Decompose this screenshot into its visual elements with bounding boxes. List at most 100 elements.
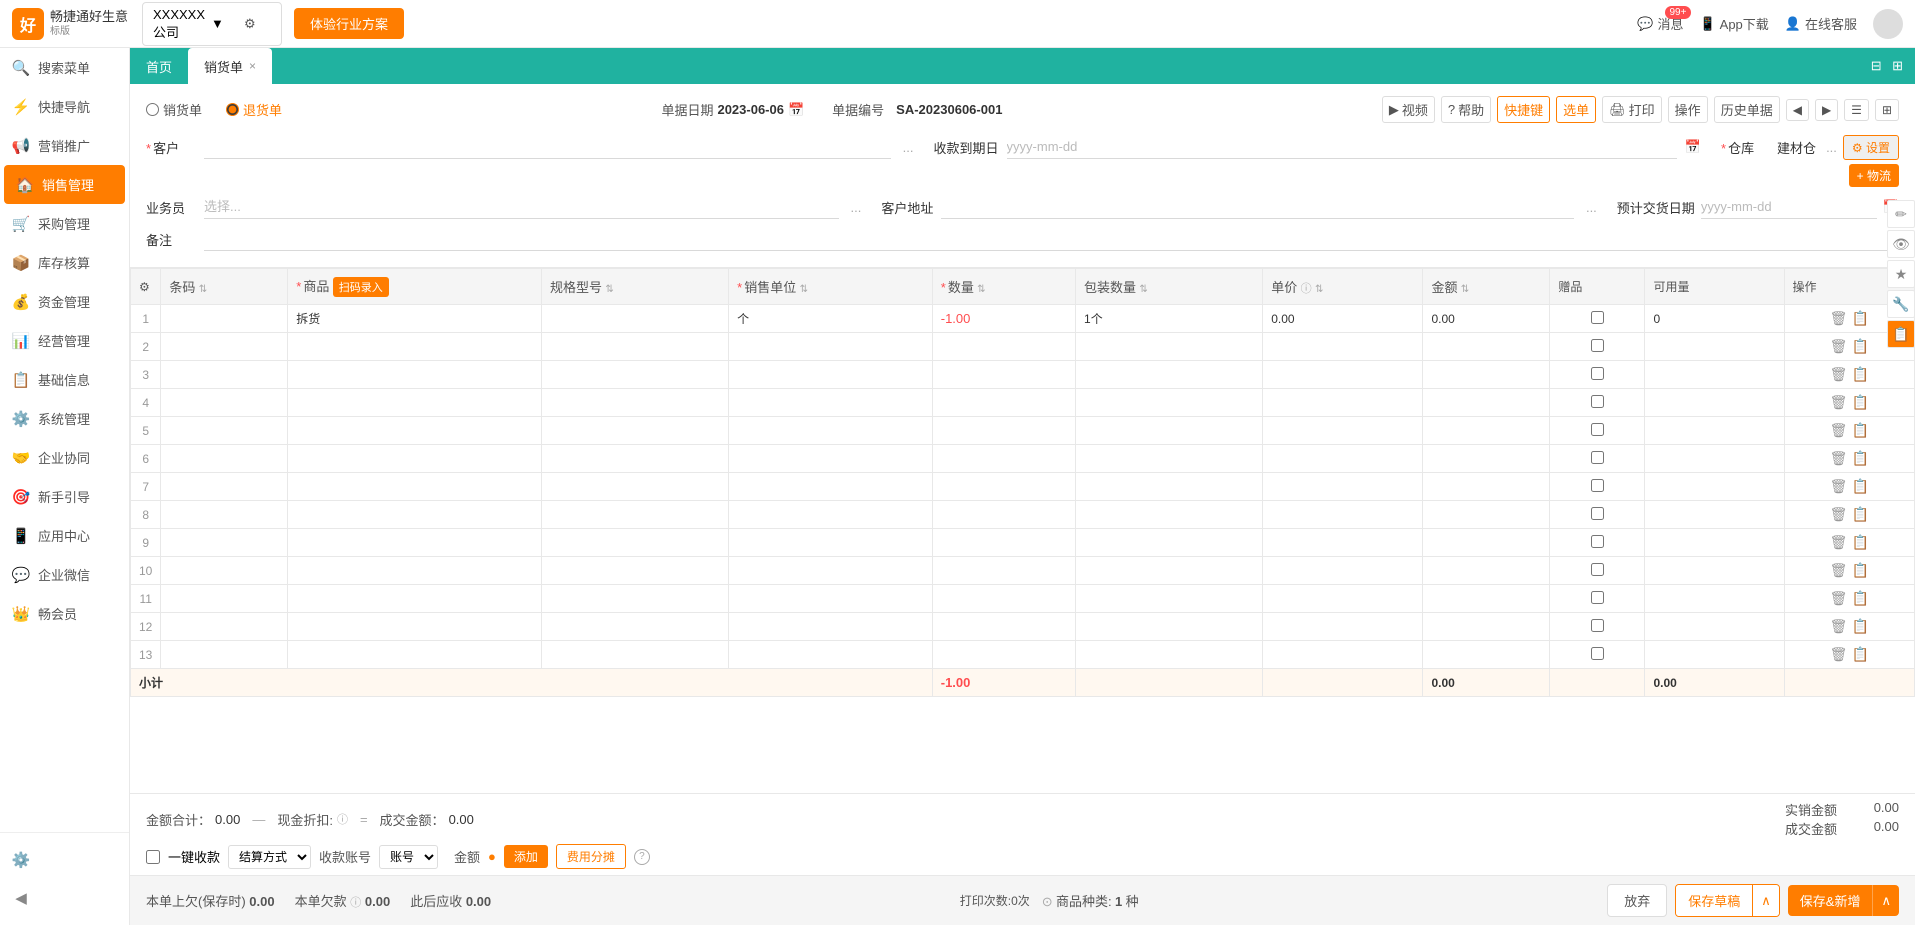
row-amount[interactable] [1423, 333, 1550, 361]
row-delete-icon[interactable]: 🗑 [1830, 450, 1848, 467]
row-product[interactable] [288, 557, 542, 585]
row-spec[interactable] [541, 585, 728, 613]
row-amount[interactable] [1423, 445, 1550, 473]
sales-bill-radio[interactable]: 销货单 [146, 100, 202, 119]
row-product[interactable] [288, 417, 542, 445]
sidebar-item-guide[interactable]: 🎯 新手引导 [0, 477, 129, 516]
row-barcode[interactable] [161, 473, 288, 501]
scan-button[interactable]: 扫码录入 [333, 277, 389, 297]
row-price[interactable] [1263, 613, 1423, 641]
row-pack-qty[interactable] [1076, 613, 1263, 641]
online-service-button[interactable]: 👤 在线客服 [1785, 14, 1857, 33]
video-button[interactable]: ▶ 视频 [1382, 96, 1435, 123]
sidebar-item-quick-nav[interactable]: ⚡ 快捷导航 [0, 87, 129, 126]
nav-prev-button[interactable]: ◀ [1786, 99, 1809, 121]
row-amount[interactable] [1423, 613, 1550, 641]
history-button[interactable]: 历史单据 [1714, 96, 1780, 123]
row-gift-checkbox[interactable] [1550, 389, 1645, 417]
row-barcode[interactable] [161, 333, 288, 361]
row-gift-checkbox[interactable] [1550, 417, 1645, 445]
row-delete-icon[interactable]: 🗑 [1830, 338, 1848, 355]
sidebar-item-member[interactable]: 👑 畅会员 [0, 594, 129, 633]
row-qty[interactable] [932, 529, 1075, 557]
row-qty[interactable] [932, 613, 1075, 641]
row-qty[interactable] [932, 361, 1075, 389]
row-product[interactable] [288, 445, 542, 473]
row-unit[interactable] [729, 501, 933, 529]
choose-button[interactable]: 选单 [1556, 96, 1596, 123]
row-pack-qty[interactable] [1076, 333, 1263, 361]
row-spec[interactable] [541, 557, 728, 585]
row-barcode[interactable] [161, 305, 288, 333]
row-pack-qty[interactable]: 1个 [1076, 305, 1263, 333]
row-pack-qty[interactable] [1076, 361, 1263, 389]
row-amount[interactable] [1423, 473, 1550, 501]
row-delete-icon[interactable]: 🗑 [1830, 590, 1848, 607]
row-delete-icon[interactable]: 🗑 [1830, 562, 1848, 579]
row-price[interactable] [1263, 333, 1423, 361]
row-pack-qty[interactable] [1076, 445, 1263, 473]
grid-view-button[interactable]: ⊞ [1875, 99, 1899, 121]
row-unit[interactable] [729, 557, 933, 585]
row-qty[interactable]: -1.00 [932, 305, 1075, 333]
one-click-pay-checkbox[interactable] [146, 850, 160, 864]
remark-input[interactable] [204, 227, 1899, 251]
row-copy-icon[interactable]: 📋 [1851, 310, 1868, 327]
row-unit[interactable] [729, 613, 933, 641]
payment-method-select[interactable]: 结算方式 [228, 845, 311, 869]
row-copy-icon[interactable]: 📋 [1851, 646, 1868, 663]
row-spec[interactable] [541, 473, 728, 501]
float-edit-button[interactable]: ✏ [1887, 200, 1915, 228]
row-qty[interactable] [932, 585, 1075, 613]
address-expand-icon[interactable]: ... [1586, 200, 1597, 215]
row-price[interactable] [1263, 361, 1423, 389]
float-tool-button[interactable]: 🔧 [1887, 290, 1915, 318]
row-amount[interactable] [1423, 585, 1550, 613]
row-pack-qty[interactable] [1076, 641, 1263, 669]
row-unit[interactable] [729, 641, 933, 669]
avatar[interactable] [1873, 9, 1903, 39]
row-unit[interactable] [729, 361, 933, 389]
sidebar-settings-button[interactable]: ⚙️ [0, 841, 129, 879]
row-barcode[interactable] [161, 557, 288, 585]
row-price[interactable] [1263, 501, 1423, 529]
save-new-button[interactable]: 保存&新增 [1788, 885, 1874, 916]
sidebar-item-operations[interactable]: 📊 经营管理 [0, 321, 129, 360]
row-unit[interactable] [729, 417, 933, 445]
row-price[interactable] [1263, 557, 1423, 585]
row-pack-qty[interactable] [1076, 473, 1263, 501]
abandon-button[interactable]: 放弃 [1607, 884, 1667, 917]
row-amount[interactable] [1423, 529, 1550, 557]
sidebar-item-inventory[interactable]: 📦 库存核算 [0, 243, 129, 282]
row-delete-icon[interactable]: 🗑 [1830, 394, 1848, 411]
row-amount[interactable] [1423, 361, 1550, 389]
price-sort-icon[interactable]: ⇅ [1315, 284, 1323, 295]
sidebar-item-app-center[interactable]: 📱 应用中心 [0, 516, 129, 555]
return-bill-radio[interactable]: 退货单 [226, 100, 282, 119]
salesperson-expand-icon[interactable]: ... [851, 200, 862, 215]
row-qty[interactable] [932, 641, 1075, 669]
float-action-button[interactable]: 📋 [1887, 320, 1915, 348]
row-price[interactable] [1263, 389, 1423, 417]
customer-input[interactable] [204, 135, 891, 159]
row-qty[interactable] [932, 333, 1075, 361]
add-payment-button[interactable]: 添加 [504, 845, 548, 868]
tab-sales-bill[interactable]: 销货单 × [188, 48, 272, 84]
row-unit[interactable] [729, 445, 933, 473]
due-date-calendar-icon[interactable]: 📅 [1685, 139, 1701, 155]
sidebar-item-wechat[interactable]: 💬 企业微信 [0, 555, 129, 594]
amount-sort-icon[interactable]: ⇅ [1461, 284, 1469, 295]
row-delete-icon[interactable]: 🗑 [1830, 534, 1848, 551]
account-select[interactable]: 账号 [379, 845, 438, 869]
row-qty[interactable] [932, 445, 1075, 473]
row-spec[interactable] [541, 613, 728, 641]
row-qty[interactable] [932, 501, 1075, 529]
due-date-input[interactable] [1007, 135, 1677, 159]
row-gift-checkbox[interactable] [1550, 585, 1645, 613]
row-delete-icon[interactable]: 🗑 [1830, 618, 1848, 635]
calendar-icon[interactable]: 📅 [788, 102, 804, 118]
row-copy-icon[interactable]: 📋 [1851, 366, 1868, 383]
row-product[interactable] [288, 501, 542, 529]
row-gift-checkbox[interactable] [1550, 641, 1645, 669]
row-pack-qty[interactable] [1076, 557, 1263, 585]
